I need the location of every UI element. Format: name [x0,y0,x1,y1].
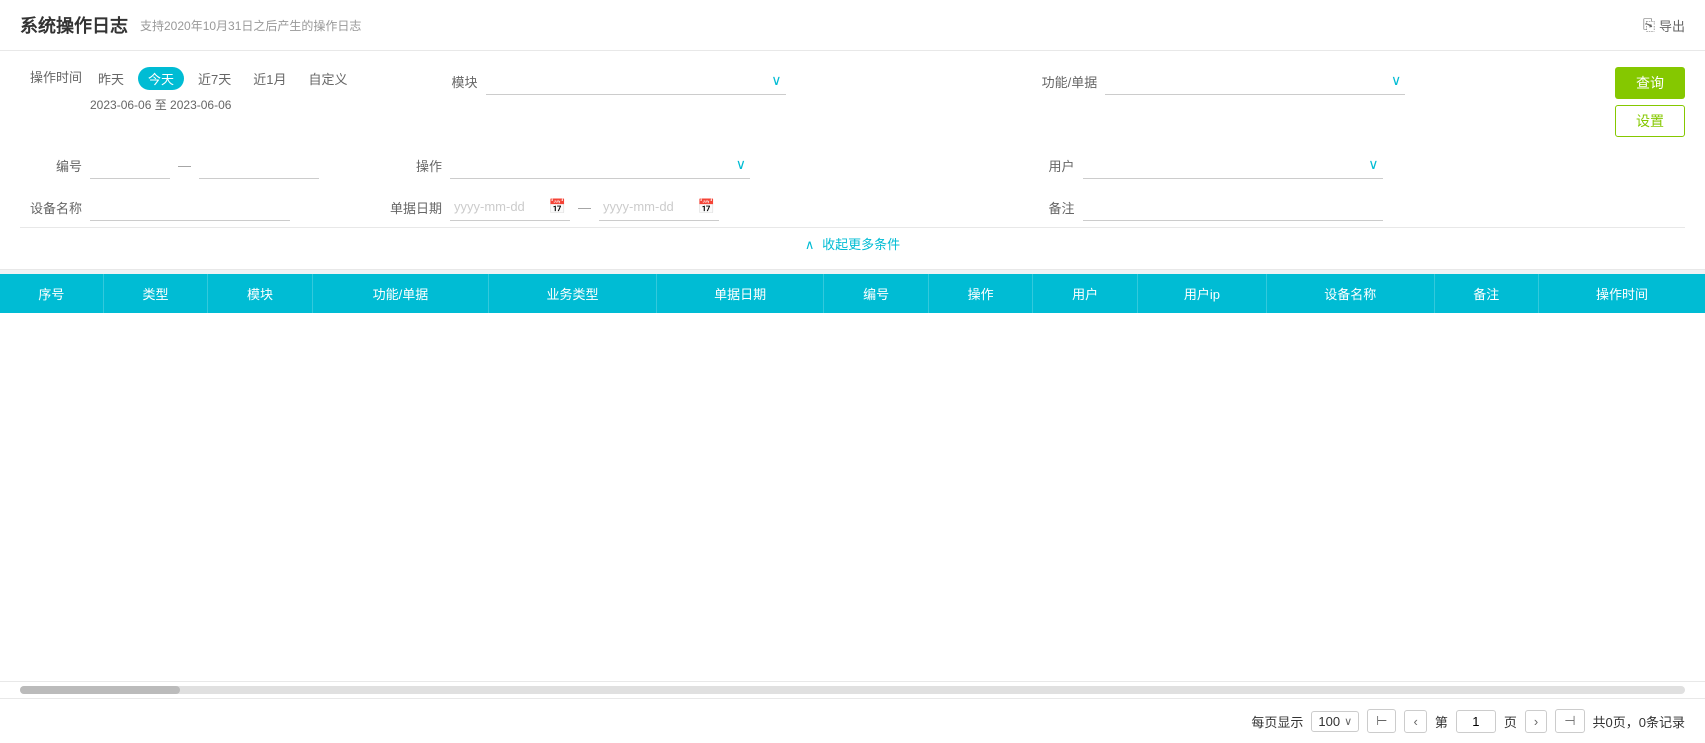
feature-chevron-icon: ∨ [1391,72,1401,89]
time-btn-today[interactable]: 今天 [138,67,184,90]
next-page-button[interactable]: › [1525,710,1547,733]
page-number-input[interactable] [1456,710,1496,733]
module-label: 模块 [416,72,486,91]
collapse-bar[interactable]: ∧ 收起更多条件 [20,227,1685,259]
page-size-chevron-icon: ∨ [1344,715,1352,728]
col-module: 模块 [208,274,312,313]
user-select[interactable]: ∨ [1083,151,1383,179]
number-from-input[interactable] [90,151,170,179]
device-label: 设备名称 [20,198,90,217]
page-size-label: 每页显示 [1251,712,1303,731]
number-to-input[interactable] [199,151,319,179]
operation-select[interactable]: ∨ [450,151,750,179]
collapse-up-icon: ∧ [805,237,815,252]
module-select[interactable]: ∨ [486,67,786,95]
col-device: 设备名称 [1266,274,1434,313]
export-icon: ⎘ [1643,17,1655,34]
page-label: 第 [1435,712,1448,731]
action-buttons: 查询 设置 [1615,67,1685,137]
prev-page-button[interactable]: ‹ [1404,710,1426,733]
page-size-select[interactable]: 100 ∨ [1311,711,1359,732]
scrollbar-thumb[interactable] [20,686,180,694]
col-op-time: 操作时间 [1539,274,1705,313]
page-subtitle: 支持2020年10月31日之后产生的操作日志 [140,17,361,34]
user-label: 用户 [1013,156,1083,175]
table-section: 序号 类型 模块 功能/单据 业务类型 单据日期 编号 操作 用户 用户ip 设… [0,274,1705,681]
calendar-from-icon: 📅 [549,198,566,215]
device-input[interactable] [90,193,290,221]
page-title: 系统操作日志 [20,12,128,38]
remark-label: 备注 [1013,198,1083,217]
feature-select[interactable]: ∨ [1105,67,1405,95]
remark-input[interactable] [1083,193,1383,221]
user-chevron-icon: ∨ [1368,156,1378,173]
time-label: 操作时间 [20,67,90,86]
time-range-display: 2023-06-06 至 2023-06-06 [90,96,356,113]
module-chevron-icon: ∨ [771,72,781,89]
page-end-label: 页 [1504,712,1517,731]
time-btn-7days[interactable]: 近7天 [190,67,239,90]
col-user-ip: 用户ip [1137,274,1266,313]
first-page-button[interactable]: ⊢ [1367,709,1396,733]
query-button[interactable]: 查询 [1615,67,1685,99]
header-bar: 系统操作日志 支持2020年10月31日之后产生的操作日志 ⎘ 导出 [0,0,1705,51]
pagination-bar: 每页显示 100 ∨ ⊢ ‹ 第 页 › ⊣ 共0页，0条记录 [0,698,1705,743]
settings-button[interactable]: 设置 [1615,105,1685,137]
voucher-date-label: 单据日期 [380,198,450,217]
scrollbar-track[interactable] [20,686,1685,694]
col-remark: 备注 [1434,274,1538,313]
operation-chevron-icon: ∨ [736,156,746,173]
date-from-field[interactable]: yyyy-mm-dd 📅 [450,193,570,221]
col-operation: 操作 [928,274,1032,313]
col-feature: 功能/单据 [312,274,488,313]
data-table: 序号 类型 模块 功能/单据 业务类型 单据日期 编号 操作 用户 用户ip 设… [0,274,1705,613]
col-number: 编号 [824,274,928,313]
time-btn-1month[interactable]: 近1月 [245,67,294,90]
total-info: 共0页，0条记录 [1593,712,1685,731]
calendar-to-icon: 📅 [698,198,715,215]
operation-label: 操作 [380,156,450,175]
col-biz-type: 业务类型 [489,274,657,313]
number-label: 编号 [20,156,90,175]
col-index: 序号 [0,274,103,313]
date-to-field[interactable]: yyyy-mm-dd 📅 [599,193,719,221]
table-header-row: 序号 类型 模块 功能/单据 业务类型 单据日期 编号 操作 用户 用户ip 设… [0,274,1705,313]
feature-label: 功能/单据 [1035,72,1105,91]
col-voucher-date: 单据日期 [656,274,824,313]
time-btn-yesterday[interactable]: 昨天 [90,67,132,90]
filter-section: 操作时间 昨天 今天 近7天 近1月 自定义 2023-06-06 至 2023… [0,51,1705,270]
export-button[interactable]: ⎘ 导出 [1643,16,1685,35]
col-user: 用户 [1033,274,1137,313]
col-type: 类型 [103,274,207,313]
time-filter-area: 昨天 今天 近7天 近1月 自定义 2023-06-06 至 2023-06-0… [90,67,356,113]
time-btn-custom[interactable]: 自定义 [301,67,356,90]
last-page-button[interactable]: ⊣ [1555,709,1584,733]
horizontal-scrollbar-area[interactable] [0,681,1705,698]
